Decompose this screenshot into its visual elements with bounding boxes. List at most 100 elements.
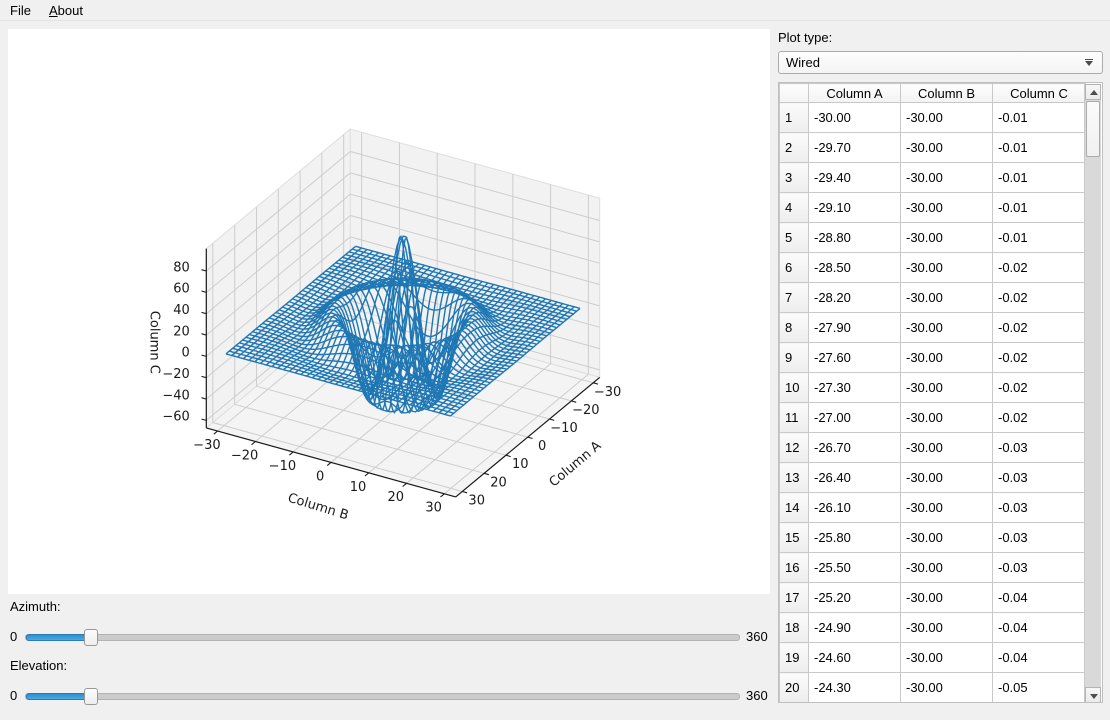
svg-text:−60: −60 — [162, 410, 189, 425]
column-b-cell[interactable]: -30.00 — [901, 343, 993, 373]
column-a-cell[interactable]: -27.30 — [809, 373, 901, 403]
column-c-cell[interactable]: -0.05 — [993, 673, 1086, 703]
column-b-cell[interactable]: -30.00 — [901, 583, 993, 613]
column-c-cell[interactable]: -0.01 — [993, 223, 1086, 253]
svg-text:−20: −20 — [572, 403, 599, 418]
column-a-cell[interactable]: -26.70 — [809, 433, 901, 463]
scrollbar-thumb[interactable] — [1086, 101, 1100, 157]
column-c-cell[interactable]: -0.03 — [993, 493, 1086, 523]
column-a-header[interactable]: Column A — [809, 84, 901, 103]
column-c-cell[interactable]: -0.02 — [993, 343, 1086, 373]
column-a-cell[interactable]: -29.70 — [809, 133, 901, 163]
column-c-cell[interactable]: -0.01 — [993, 103, 1086, 133]
column-a-cell[interactable]: -28.80 — [809, 223, 901, 253]
column-b-cell[interactable]: -30.00 — [901, 283, 993, 313]
column-a-cell[interactable]: -27.90 — [809, 313, 901, 343]
column-a-cell[interactable]: -25.50 — [809, 553, 901, 583]
column-c-cell[interactable]: -0.01 — [993, 133, 1086, 163]
corner-header-cell[interactable] — [780, 84, 809, 103]
table-scrollbar[interactable] — [1084, 84, 1101, 703]
elevation-slider-handle[interactable] — [84, 688, 98, 705]
column-b-cell[interactable]: -30.00 — [901, 163, 993, 193]
column-c-cell[interactable]: -0.03 — [993, 463, 1086, 493]
plot-type-combobox[interactable]: Wired — [778, 51, 1103, 74]
column-b-cell[interactable]: -30.00 — [901, 613, 993, 643]
menu-file[interactable]: File — [2, 1, 39, 20]
column-b-cell[interactable]: -30.00 — [901, 643, 993, 673]
row-number-cell[interactable]: 2 — [780, 133, 809, 163]
column-b-cell[interactable]: -30.00 — [901, 313, 993, 343]
column-a-cell[interactable]: -26.40 — [809, 463, 901, 493]
column-b-cell[interactable]: -30.00 — [901, 253, 993, 283]
column-c-cell[interactable]: -0.02 — [993, 373, 1086, 403]
column-c-header[interactable]: Column C — [993, 84, 1086, 103]
column-b-cell[interactable]: -30.00 — [901, 433, 993, 463]
column-a-cell[interactable]: -28.20 — [809, 283, 901, 313]
row-number-cell[interactable]: 9 — [780, 343, 809, 373]
row-number-cell[interactable]: 4 — [780, 193, 809, 223]
column-c-cell[interactable]: -0.03 — [993, 553, 1086, 583]
scroll-up-button[interactable] — [1085, 84, 1101, 100]
row-number-cell[interactable]: 14 — [780, 493, 809, 523]
row-number-cell[interactable]: 18 — [780, 613, 809, 643]
svg-text:30: 30 — [468, 494, 485, 509]
column-a-cell[interactable]: -27.60 — [809, 343, 901, 373]
row-number-cell[interactable]: 13 — [780, 463, 809, 493]
svg-text:Column C: Column C — [146, 311, 161, 374]
column-b-cell[interactable]: -30.00 — [901, 133, 993, 163]
column-a-cell[interactable]: -24.30 — [809, 673, 901, 703]
row-number-cell[interactable]: 16 — [780, 553, 809, 583]
column-a-cell[interactable]: -28.50 — [809, 253, 901, 283]
row-number-cell[interactable]: 11 — [780, 403, 809, 433]
table-row: 20 -24.30 -30.00 -0.05 — [780, 673, 1086, 703]
column-c-cell[interactable]: -0.04 — [993, 643, 1086, 673]
column-c-cell[interactable]: -0.03 — [993, 433, 1086, 463]
row-number-cell[interactable]: 3 — [780, 163, 809, 193]
column-b-cell[interactable]: -30.00 — [901, 223, 993, 253]
column-b-cell[interactable]: -30.00 — [901, 103, 993, 133]
row-number-cell[interactable]: 12 — [780, 433, 809, 463]
row-number-cell[interactable]: 8 — [780, 313, 809, 343]
elevation-slider[interactable] — [25, 693, 740, 700]
column-a-cell[interactable]: -30.00 — [809, 103, 901, 133]
row-number-cell[interactable]: 10 — [780, 373, 809, 403]
column-c-cell[interactable]: -0.01 — [993, 163, 1086, 193]
column-b-cell[interactable]: -30.00 — [901, 523, 993, 553]
column-a-cell[interactable]: -29.40 — [809, 163, 901, 193]
row-number-cell[interactable]: 20 — [780, 673, 809, 703]
column-a-cell[interactable]: -27.00 — [809, 403, 901, 433]
row-number-cell[interactable]: 1 — [780, 103, 809, 133]
column-b-header[interactable]: Column B — [901, 84, 993, 103]
column-c-cell[interactable]: -0.01 — [993, 193, 1086, 223]
row-number-cell[interactable]: 6 — [780, 253, 809, 283]
azimuth-slider[interactable] — [25, 634, 740, 641]
column-c-cell[interactable]: -0.02 — [993, 403, 1086, 433]
column-c-cell[interactable]: -0.04 — [993, 613, 1086, 643]
azimuth-slider-handle[interactable] — [84, 629, 98, 646]
column-b-cell[interactable]: -30.00 — [901, 403, 993, 433]
column-b-cell[interactable]: -30.00 — [901, 463, 993, 493]
row-number-cell[interactable]: 15 — [780, 523, 809, 553]
column-c-cell[interactable]: -0.02 — [993, 313, 1086, 343]
row-number-cell[interactable]: 7 — [780, 283, 809, 313]
column-b-cell[interactable]: -30.00 — [901, 373, 993, 403]
column-c-cell[interactable]: -0.03 — [993, 523, 1086, 553]
column-a-cell[interactable]: -24.90 — [809, 613, 901, 643]
scroll-down-button[interactable] — [1085, 687, 1101, 703]
column-b-cell[interactable]: -30.00 — [901, 673, 993, 703]
column-a-cell[interactable]: -24.60 — [809, 643, 901, 673]
row-number-cell[interactable]: 19 — [780, 643, 809, 673]
column-c-cell[interactable]: -0.04 — [993, 583, 1086, 613]
column-c-cell[interactable]: -0.02 — [993, 283, 1086, 313]
row-number-cell[interactable]: 5 — [780, 223, 809, 253]
column-a-cell[interactable]: -29.10 — [809, 193, 901, 223]
column-a-cell[interactable]: -26.10 — [809, 493, 901, 523]
column-b-cell[interactable]: -30.00 — [901, 493, 993, 523]
row-number-cell[interactable]: 17 — [780, 583, 809, 613]
column-c-cell[interactable]: -0.02 — [993, 253, 1086, 283]
column-b-cell[interactable]: -30.00 — [901, 193, 993, 223]
column-a-cell[interactable]: -25.80 — [809, 523, 901, 553]
column-b-cell[interactable]: -30.00 — [901, 553, 993, 583]
column-a-cell[interactable]: -25.20 — [809, 583, 901, 613]
menu-about[interactable]: About — [41, 1, 91, 20]
